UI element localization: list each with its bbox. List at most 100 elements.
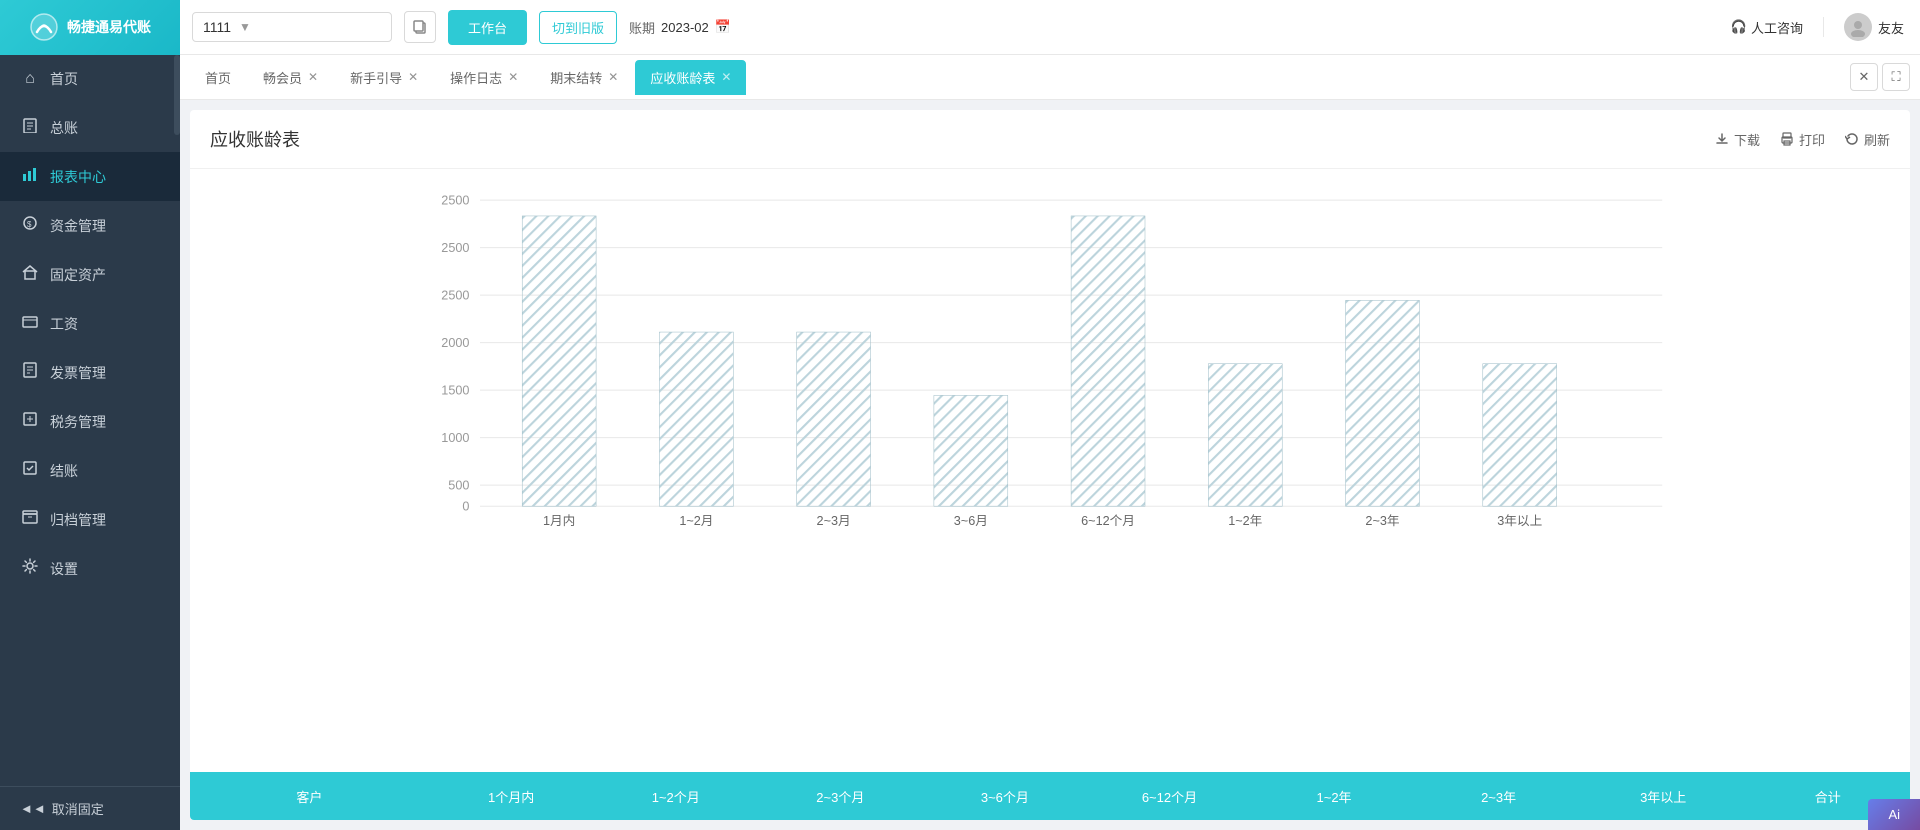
content-area: 首页 畅会员 ✕ 新手引导 ✕ 操作日志 ✕ 期末结转 ✕ 应收账龄表 ✕ — [180, 55, 1920, 830]
dropdown-icon: ▼ — [239, 20, 251, 34]
refresh-button[interactable]: 刷新 — [1845, 130, 1890, 149]
user-name: 友友 — [1878, 18, 1904, 37]
switch-button[interactable]: 切到旧版 — [539, 11, 617, 44]
tab-aging[interactable]: 应收账龄表 ✕ — [635, 60, 746, 95]
ledger-icon — [20, 117, 40, 138]
tab-period-end-close[interactable]: ✕ — [608, 70, 618, 84]
sidebar: ⌂ 首页 总账 报表中心 $ 资金管理 固定资产 — [0, 55, 180, 830]
tab-bar: 首页 畅会员 ✕ 新手引导 ✕ 操作日志 ✕ 期末结转 ✕ 应收账龄表 ✕ — [180, 55, 1920, 100]
col-customer: 客户 — [190, 787, 429, 806]
sidebar-label-checkout: 结账 — [50, 461, 78, 481]
col-2-3y: 2~3年 — [1416, 787, 1581, 806]
tab-period-end-label: 期末结转 — [550, 68, 602, 87]
svg-text:2~3年: 2~3年 — [1365, 514, 1399, 528]
checkout-icon — [20, 460, 40, 481]
tab-oplog-label: 操作日志 — [450, 68, 502, 87]
assets-icon — [20, 264, 40, 285]
tab-guide[interactable]: 新手引导 ✕ — [335, 60, 433, 95]
archive-icon — [20, 509, 40, 530]
calendar-icon[interactable]: 📅 — [715, 19, 731, 35]
tab-period-end[interactable]: 期末结转 ✕ — [535, 60, 633, 95]
sidebar-item-reports[interactable]: 报表中心 — [0, 152, 180, 201]
workbench-button[interactable]: 工作台 — [448, 10, 527, 45]
print-icon — [1780, 132, 1794, 146]
svg-text:500: 500 — [448, 478, 469, 492]
tab-member-close[interactable]: ✕ — [308, 70, 318, 84]
top-header: 畅捷通易代账 1111 ▼ 工作台 切到旧版 账期 2023-02 📅 🎧 人工… — [0, 0, 1920, 55]
svg-text:2500: 2500 — [441, 288, 469, 302]
tab-home[interactable]: 首页 — [190, 60, 246, 95]
reports-icon — [20, 166, 40, 187]
col-3yplus: 3年以上 — [1581, 787, 1746, 806]
sidebar-item-ledger[interactable]: 总账 — [0, 103, 180, 152]
company-selector[interactable]: 1111 ▼ — [192, 12, 392, 42]
consulting-label: 人工咨询 — [1751, 18, 1803, 37]
tab-member[interactable]: 畅会员 ✕ — [248, 60, 333, 95]
period-value: 2023-02 — [661, 20, 709, 35]
divider — [1823, 17, 1824, 37]
sidebar-label-tax: 税务管理 — [50, 412, 106, 432]
headset-icon: 🎧 — [1731, 19, 1747, 35]
svg-text:1~2月: 1~2月 — [679, 514, 713, 528]
sidebar-label-funds: 资金管理 — [50, 216, 106, 236]
header-right: 🎧 人工咨询 友友 — [1731, 13, 1904, 41]
svg-text:2000: 2000 — [441, 336, 469, 350]
cancel-fixed-button[interactable]: ◄◄ 取消固定 — [0, 787, 180, 830]
svg-text:2500: 2500 — [441, 241, 469, 255]
sidebar-item-home[interactable]: ⌂ 首页 — [0, 55, 180, 103]
copy-button[interactable] — [404, 11, 436, 43]
tab-member-label: 畅会员 — [263, 68, 302, 87]
ai-badge-label: Ai — [1888, 807, 1900, 822]
tab-guide-close[interactable]: ✕ — [408, 70, 418, 84]
tab-oplog[interactable]: 操作日志 ✕ — [435, 60, 533, 95]
user-area[interactable]: 友友 — [1844, 13, 1904, 41]
tab-fullscreen-button[interactable]: ⛶ — [1882, 63, 1910, 91]
sidebar-item-invoice[interactable]: 发票管理 — [0, 348, 180, 397]
sidebar-item-salary[interactable]: 工资 — [0, 299, 180, 348]
main-layout: ⌂ 首页 总账 报表中心 $ 资金管理 固定资产 — [0, 55, 1920, 830]
funds-icon: $ — [20, 215, 40, 236]
scroll-indicator — [174, 55, 180, 135]
svg-text:$: $ — [27, 220, 32, 229]
col-2-3m: 2~3个月 — [758, 787, 923, 806]
svg-text:0: 0 — [462, 499, 469, 513]
col-3-6m: 3~6个月 — [923, 787, 1088, 806]
sidebar-label-assets: 固定资产 — [50, 265, 106, 285]
sidebar-item-archive[interactable]: 归档管理 — [0, 495, 180, 544]
company-name: 1111 — [203, 19, 231, 35]
consulting-button[interactable]: 🎧 人工咨询 — [1731, 18, 1803, 37]
col-1-2m: 1~2个月 — [593, 787, 758, 806]
sidebar-label-salary: 工资 — [50, 314, 78, 334]
print-button[interactable]: 打印 — [1780, 130, 1825, 149]
invoice-icon — [20, 362, 40, 383]
bar-chart: 2500 2500 2500 2000 1500 1000 500 0 — [210, 179, 1890, 559]
salary-icon — [20, 313, 40, 334]
cancel-fixed-label: 取消固定 — [52, 799, 104, 818]
tab-close-all-button[interactable]: ✕ — [1850, 63, 1878, 91]
sidebar-item-tax[interactable]: 税务管理 — [0, 397, 180, 446]
sidebar-item-settings[interactable]: 设置 — [0, 544, 180, 593]
chart-container: 2500 2500 2500 2000 1500 1000 500 0 — [210, 179, 1890, 559]
refresh-icon — [1845, 132, 1859, 146]
svg-text:3~6月: 3~6月 — [954, 514, 988, 528]
sidebar-item-funds[interactable]: $ 资金管理 — [0, 201, 180, 250]
refresh-label: 刷新 — [1864, 130, 1890, 149]
logo-text: 畅捷通易代账 — [67, 17, 151, 37]
tab-aging-close[interactable]: ✕ — [721, 70, 731, 84]
settings-icon — [20, 558, 40, 579]
logo-area: 畅捷通易代账 — [0, 0, 180, 55]
ai-badge[interactable]: Ai — [1868, 799, 1920, 830]
sidebar-item-assets[interactable]: 固定资产 — [0, 250, 180, 299]
sidebar-label-home: 首页 — [50, 69, 78, 89]
download-button[interactable]: 下载 — [1715, 130, 1760, 149]
svg-text:6~12个月: 6~12个月 — [1081, 514, 1135, 528]
tab-oplog-close[interactable]: ✕ — [508, 70, 518, 84]
sidebar-bottom: ◄◄ 取消固定 — [0, 786, 180, 830]
svg-text:2500: 2500 — [441, 193, 469, 207]
sidebar-label-reports: 报表中心 — [50, 167, 106, 187]
sidebar-item-checkout[interactable]: 结账 — [0, 446, 180, 495]
sidebar-label-ledger: 总账 — [50, 118, 78, 138]
page-header: 应收账龄表 下载 打印 刷新 — [190, 110, 1910, 169]
table-header-bar: 客户 1个月内 1~2个月 2~3个月 3~6个月 6~12个月 1~2年 2~… — [190, 772, 1910, 820]
svg-text:2~3月: 2~3月 — [817, 514, 851, 528]
